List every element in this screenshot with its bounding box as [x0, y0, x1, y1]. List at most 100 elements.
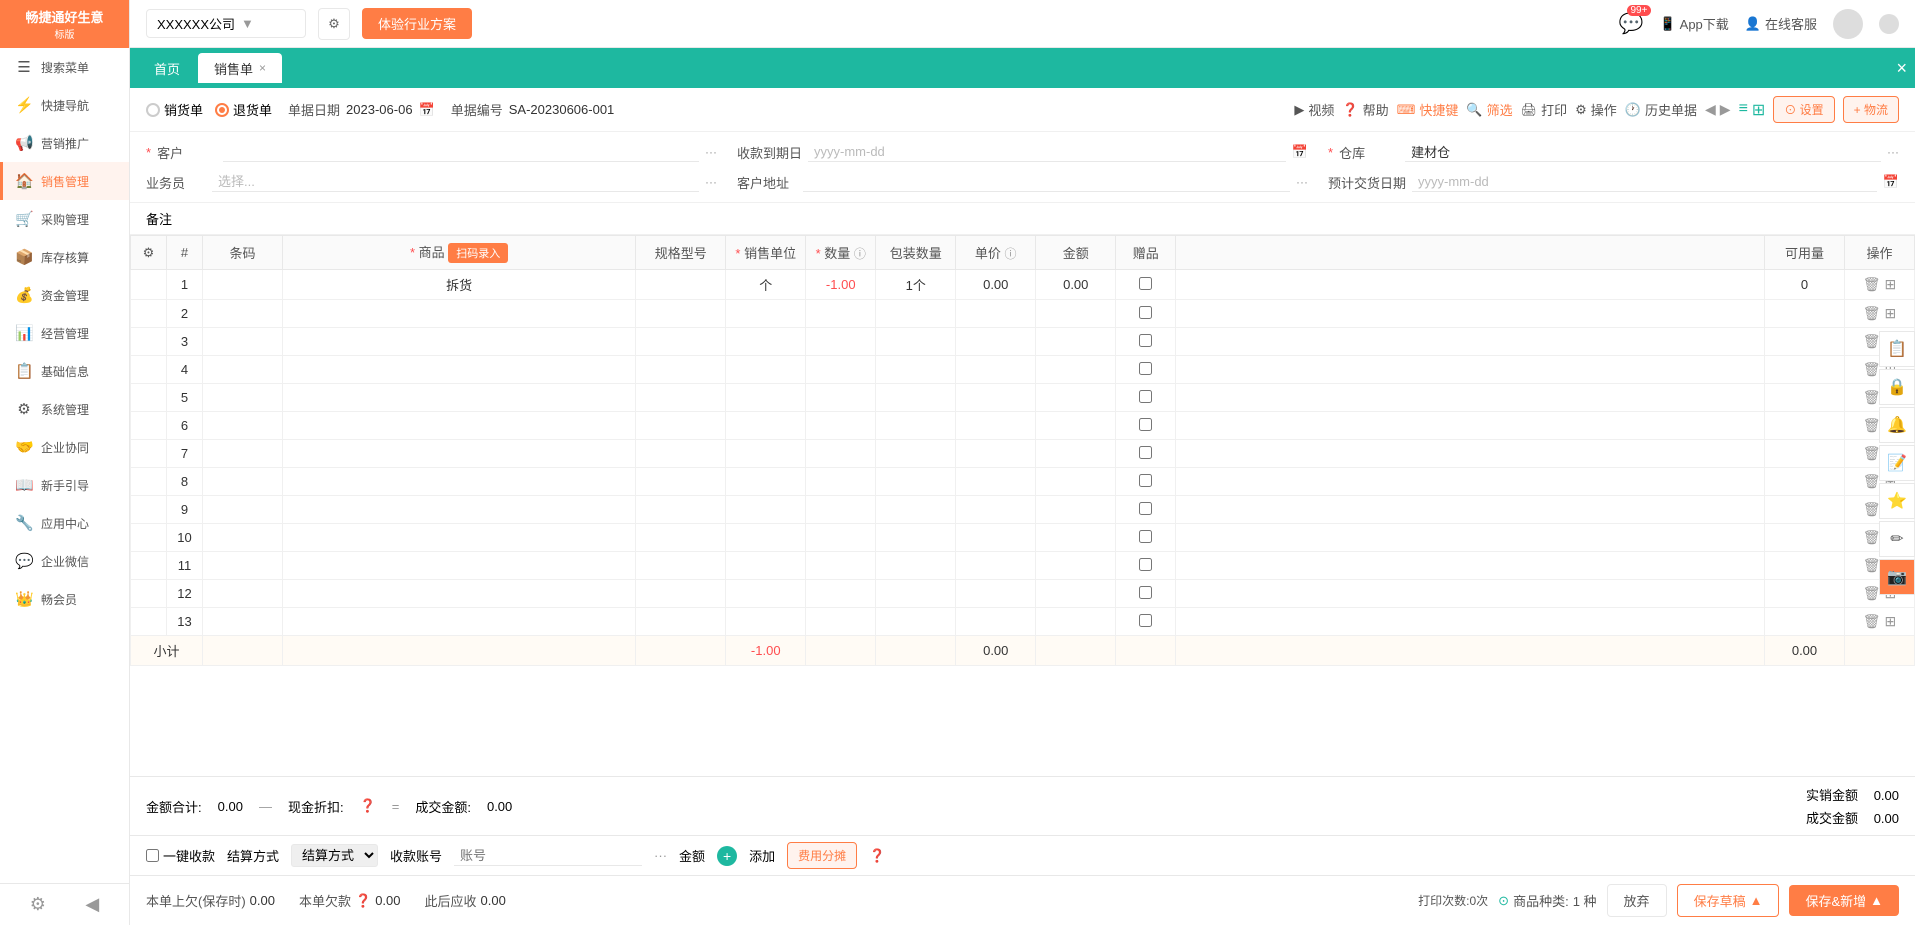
gift-checkbox[interactable] [1139, 277, 1152, 290]
gift-checkbox[interactable] [1139, 474, 1152, 487]
warehouse-more-icon[interactable]: ··· [1887, 145, 1899, 159]
radio-sales-order[interactable]: 销货单 [146, 100, 203, 119]
tab-home[interactable]: 首页 [138, 53, 196, 83]
radio-return-order[interactable]: 退货单 [215, 100, 272, 119]
row-copy-button[interactable]: ⊞ [1885, 613, 1897, 630]
addr-more-icon[interactable]: ··· [1296, 175, 1308, 189]
settings-button[interactable]: ⊙ 设置 [1773, 96, 1834, 123]
logistics-button[interactable]: + 物流 [1843, 96, 1899, 123]
sidebar-item-operations[interactable]: 📊 经营管理 [0, 314, 129, 352]
row-delete-button[interactable]: 🗑 [1863, 557, 1881, 574]
scan-button[interactable]: 扫码录入 [448, 243, 508, 263]
sidebar-item-sales[interactable]: 🏠 销售管理 [0, 162, 129, 200]
sidebar-item-finance[interactable]: 💰 资金管理 [0, 276, 129, 314]
account-more-icon[interactable]: ··· [654, 848, 667, 863]
nav-next-icon[interactable]: ▶ [1720, 101, 1731, 118]
message-button[interactable]: 💬 99+ [1619, 11, 1644, 36]
row-delete-button[interactable]: 🗑 [1863, 305, 1881, 322]
table-header-settings[interactable]: ⚙ [131, 236, 167, 270]
sidebar-item-purchase[interactable]: 🛒 采购管理 [0, 200, 129, 238]
video-button[interactable]: ▶ 视频 [1294, 100, 1334, 119]
row-barcode[interactable] [203, 270, 283, 300]
sidebar-item-system[interactable]: ⚙ 系统管理 [0, 390, 129, 428]
sidebar-item-marketing[interactable]: 📢 营销推广 [0, 124, 129, 162]
delivery-date-calendar-icon[interactable]: 📅 [1883, 174, 1899, 190]
rfloat-btn-7[interactable]: 📷 [1879, 559, 1915, 595]
due-date-input[interactable] [808, 142, 1286, 162]
print-button[interactable]: 🖨 打印 [1521, 100, 1568, 119]
sidebar-item-quicknav[interactable]: ⚡ 快捷导航 [0, 86, 129, 124]
warehouse-input[interactable] [1405, 142, 1881, 162]
history-button[interactable]: 🕐 历史单据 [1625, 100, 1697, 119]
row-copy-button[interactable]: ⊞ [1885, 305, 1897, 322]
row-product[interactable]: 拆货 [283, 270, 636, 300]
tabbar-close-icon[interactable]: × [1896, 58, 1907, 79]
user-avatar[interactable] [1833, 9, 1863, 39]
salesperson-more-icon[interactable]: ··· [705, 175, 717, 189]
sidebar-item-collab[interactable]: 🤝 企业协同 [0, 428, 129, 466]
payment-help-icon[interactable]: ❓ [869, 848, 885, 864]
row-unit[interactable]: 个 [726, 270, 806, 300]
row-delete-button[interactable]: 🗑 [1863, 389, 1881, 406]
filter-button[interactable]: 🔍 筛选 [1466, 100, 1512, 119]
gift-checkbox[interactable] [1139, 502, 1152, 515]
sidebar-item-guide[interactable]: 📖 新手引导 [0, 466, 129, 504]
row-delete-button[interactable]: 🗑 [1863, 361, 1881, 378]
one-click-checkbox[interactable] [146, 849, 159, 862]
account-input[interactable] [454, 846, 642, 866]
one-click-payment[interactable]: 一键收款 [146, 846, 215, 865]
gift-checkbox[interactable] [1139, 558, 1152, 571]
row-qty[interactable]: -1.00 [806, 270, 876, 300]
row-delete-button[interactable]: 🗑 [1863, 333, 1881, 350]
row-copy-button[interactable]: ⊞ [1885, 276, 1897, 293]
row-delete-button[interactable]: 🗑 [1863, 613, 1881, 630]
shortcut-button[interactable]: ⌨ 快捷键 [1397, 100, 1459, 119]
salesperson-input[interactable] [212, 172, 699, 192]
gift-checkbox[interactable] [1139, 446, 1152, 459]
sidebar-collapse-icon[interactable]: ◀ [85, 894, 99, 915]
row-delete-button[interactable]: 🗑 [1863, 445, 1881, 462]
rfloat-btn-6[interactable]: ✏ [1879, 521, 1915, 557]
delivery-date-input[interactable] [1412, 172, 1877, 192]
row-spec[interactable] [636, 270, 726, 300]
rfloat-btn-1[interactable]: 📋 [1879, 331, 1915, 367]
rfloat-btn-3[interactable]: 🔔 [1879, 407, 1915, 443]
sidebar-item-apps[interactable]: 🔧 应用中心 [0, 504, 129, 542]
tab-close-icon[interactable]: × [259, 61, 266, 75]
remark-input[interactable] [178, 211, 1899, 226]
row-gift[interactable] [1116, 270, 1176, 300]
tab-sales-order[interactable]: 销售单 × [198, 53, 282, 83]
customer-more-icon[interactable]: ··· [705, 145, 717, 159]
help-button[interactable]: ❓ 帮助 [1342, 100, 1388, 119]
grid-view-icon[interactable]: ⊞ [1752, 100, 1765, 120]
row-delete-button[interactable]: 🗑 [1863, 529, 1881, 546]
rfloat-btn-4[interactable]: 📝 [1879, 445, 1915, 481]
trial-button[interactable]: 体验行业方案 [362, 8, 472, 39]
date-calendar-icon[interactable]: 📅 [419, 102, 435, 118]
gift-checkbox[interactable] [1139, 418, 1152, 431]
sidebar-item-search[interactable]: ☰ 搜索菜单 [0, 48, 129, 86]
company-selector[interactable]: XXXXXX公司 ▼ [146, 9, 306, 38]
method-select[interactable]: 结算方式 [291, 844, 378, 867]
row-delete-button[interactable]: 🗑 [1863, 276, 1881, 293]
customer-addr-input[interactable] [803, 172, 1290, 192]
rfloat-btn-2[interactable]: 🔒 [1879, 369, 1915, 405]
nav-prev-icon[interactable]: ◀ [1705, 101, 1716, 118]
discard-button[interactable]: 放弃 [1607, 884, 1667, 917]
save-new-button[interactable]: 保存&新增 ▲ [1789, 885, 1899, 916]
sidebar-item-member[interactable]: 👑 畅会员 [0, 580, 129, 618]
rfloat-btn-5[interactable]: ⭐ [1879, 483, 1915, 519]
sidebar-item-basic[interactable]: 📋 基础信息 [0, 352, 129, 390]
ops-button[interactable]: ⚙ 操作 [1575, 100, 1617, 119]
gift-checkbox[interactable] [1139, 530, 1152, 543]
row-pkgqty[interactable]: 1个 [876, 270, 956, 300]
gift-checkbox[interactable] [1139, 334, 1152, 347]
row-delete-button[interactable]: 🗑 [1863, 417, 1881, 434]
user-dropdown-icon[interactable] [1879, 14, 1899, 34]
gift-checkbox[interactable] [1139, 586, 1152, 599]
app-download-button[interactable]: 📱 App下载 [1659, 14, 1728, 33]
row-delete-button[interactable]: 🗑 [1863, 501, 1881, 518]
draft-button[interactable]: 保存草稿 ▲ [1677, 884, 1780, 917]
add-payment-button[interactable]: + [717, 846, 737, 866]
gift-checkbox[interactable] [1139, 390, 1152, 403]
